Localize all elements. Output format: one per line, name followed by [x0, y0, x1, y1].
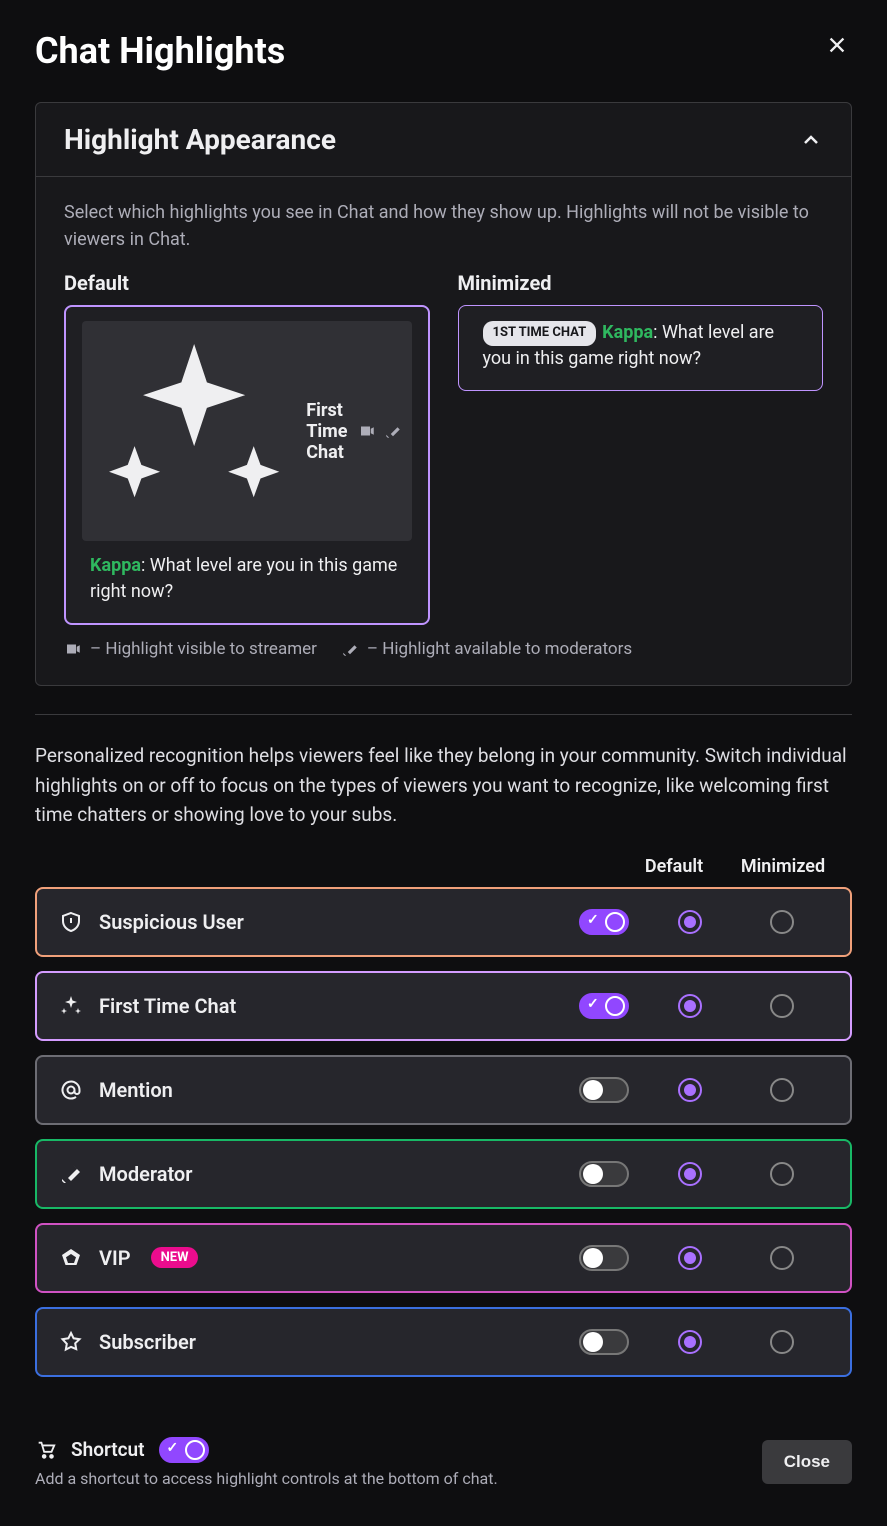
highlight-row-vip: VIP NEW [35, 1223, 852, 1293]
suspicious-icon [59, 910, 83, 934]
chevron-up-icon[interactable] [799, 128, 823, 152]
default-label: Default [64, 271, 430, 295]
radio-minimized-subscriber[interactable] [770, 1330, 794, 1354]
divider [35, 714, 852, 715]
panel-description: Select which highlights you see in Chat … [64, 199, 823, 253]
toggle-moderator[interactable] [579, 1161, 629, 1187]
legend-streamer: – Highlight visible to streamer [64, 639, 317, 659]
column-headers: Default Minimized [35, 856, 852, 877]
shortcut-hint: Add a shortcut to access highlight contr… [35, 1469, 498, 1488]
intro-text: Personalized recognition helps viewers f… [35, 741, 852, 829]
panel-heading: Highlight Appearance [64, 123, 336, 156]
toggle-vip[interactable] [579, 1245, 629, 1271]
page-title: Chat Highlights [35, 30, 285, 72]
moderator-icon [59, 1162, 83, 1186]
radio-default-mention[interactable] [678, 1078, 702, 1102]
radio-minimized-first-time[interactable] [770, 994, 794, 1018]
appearance-panel: Highlight Appearance Select which highli… [35, 102, 852, 686]
row-label: Subscriber [99, 1330, 196, 1354]
cart-icon [35, 1439, 57, 1461]
row-label: First Time Chat [99, 994, 236, 1018]
highlight-row-suspicious: Suspicious User [35, 887, 852, 957]
radio-minimized-suspicious[interactable] [770, 910, 794, 934]
toggle-first-time[interactable] [579, 993, 629, 1019]
row-label: Suspicious User [99, 910, 244, 934]
toggle-suspicious[interactable] [579, 909, 629, 935]
shortcut-toggle[interactable] [159, 1437, 209, 1463]
preview-default[interactable]: First Time Chat Kappa: What level are yo… [64, 305, 430, 625]
close-icon[interactable] [822, 30, 852, 60]
highlight-row-moderator: Moderator [35, 1139, 852, 1209]
radio-default-subscriber[interactable] [678, 1330, 702, 1354]
vip-icon [59, 1246, 83, 1270]
radio-default-suspicious[interactable] [678, 910, 702, 934]
sword-icon [384, 422, 402, 440]
radio-default-first-time[interactable] [678, 994, 702, 1018]
first-time-icon [59, 994, 83, 1018]
highlight-row-subscriber: Subscriber [35, 1307, 852, 1377]
minimized-label: Minimized [458, 271, 824, 295]
subscriber-icon [59, 1330, 83, 1354]
legend-moderator: – Highlight available to moderators [341, 639, 632, 659]
row-label: Mention [99, 1078, 173, 1102]
row-label: Moderator [99, 1162, 192, 1186]
radio-default-vip[interactable] [678, 1246, 702, 1270]
radio-minimized-moderator[interactable] [770, 1162, 794, 1186]
row-label: VIP [99, 1246, 131, 1270]
sword-icon [341, 640, 359, 658]
mention-icon [59, 1078, 83, 1102]
sparkle-icon [92, 327, 296, 535]
radio-minimized-mention[interactable] [770, 1078, 794, 1102]
camera-icon [64, 640, 82, 658]
highlight-row-first-time: First Time Chat [35, 971, 852, 1041]
preview-message-minimized: 1ST TIME CHATKappa: What level are you i… [475, 320, 807, 372]
preview-badge-full: First Time Chat [306, 400, 347, 463]
toggle-subscriber[interactable] [579, 1329, 629, 1355]
preview-message-default: Kappa: What level are you in this game r… [82, 553, 412, 605]
toggle-mention[interactable] [579, 1077, 629, 1103]
camera-icon [358, 422, 376, 440]
new-badge: NEW [151, 1247, 199, 1268]
radio-default-moderator[interactable] [678, 1162, 702, 1186]
shortcut-label: Shortcut [71, 1438, 145, 1461]
preview-minimized[interactable]: 1ST TIME CHATKappa: What level are you i… [458, 305, 824, 391]
highlight-row-mention: Mention [35, 1055, 852, 1125]
close-button[interactable]: Close [762, 1440, 852, 1484]
radio-minimized-vip[interactable] [770, 1246, 794, 1270]
